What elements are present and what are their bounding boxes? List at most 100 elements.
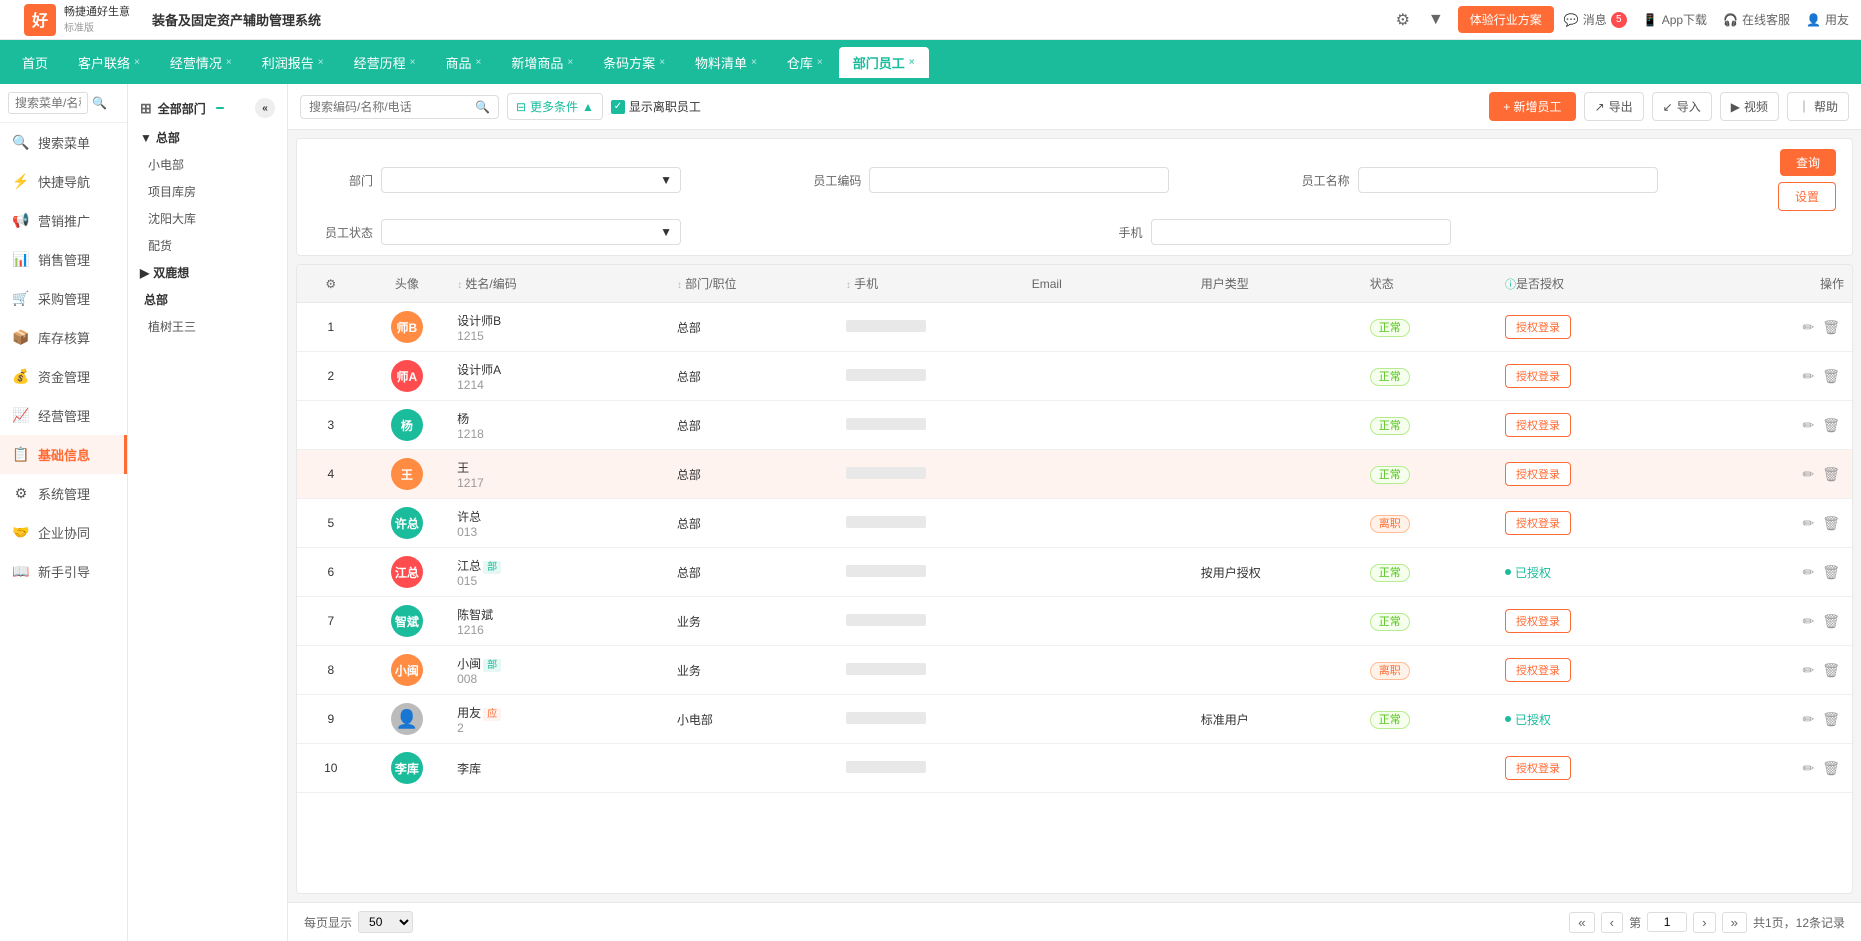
sidebar-item-inventory[interactable]: 📦 库存核算	[0, 318, 127, 357]
message-link[interactable]: 💬 消息 5	[1564, 11, 1627, 28]
close-icon[interactable]: ×	[909, 57, 915, 68]
user-avatar[interactable]: 👤 用友	[1806, 11, 1849, 28]
emp-status-select[interactable]: ▼	[381, 219, 681, 245]
sidebar-item-marketing[interactable]: 📢 营销推广	[0, 201, 127, 240]
edit-button[interactable]: ✏	[1798, 415, 1818, 436]
last-page-btn[interactable]: »	[1722, 912, 1747, 933]
delete-button[interactable]: 🗑	[1818, 415, 1844, 436]
delete-button[interactable]: 🗑	[1818, 611, 1844, 632]
next-page-btn[interactable]: ›	[1693, 912, 1715, 933]
dept-collapse-btn[interactable]: «	[255, 98, 275, 118]
edit-button[interactable]: ✏	[1798, 513, 1818, 534]
tab-goods[interactable]: 商品 ×	[431, 47, 495, 78]
sidebar-item-mgmt[interactable]: 📈 经营管理	[0, 396, 127, 435]
dropdown-btn[interactable]: ▼	[1424, 11, 1448, 29]
import-button[interactable]: ↙ 导入	[1652, 92, 1712, 121]
close-icon[interactable]: ×	[318, 57, 324, 68]
th-settings[interactable]: ⚙	[297, 265, 365, 303]
dept-select[interactable]: ▼	[381, 167, 681, 193]
tab-add-goods[interactable]: 新增商品 ×	[497, 47, 587, 78]
tab-barcode[interactable]: 条码方案 ×	[589, 47, 679, 78]
sidebar-item-guide[interactable]: 📖 新手引导	[0, 552, 127, 591]
sidebar-item-sales[interactable]: 📊 销售管理	[0, 240, 127, 279]
view-button[interactable]: ▶ 视频	[1720, 92, 1779, 121]
dept-group-zongbu[interactable]: ▼总部	[128, 124, 287, 151]
emp-code-input[interactable]	[869, 167, 1169, 193]
trial-button[interactable]: 体验行业方案	[1458, 6, 1554, 33]
close-icon[interactable]: ×	[817, 57, 823, 68]
auth-login-button[interactable]: 授权登录	[1505, 462, 1571, 486]
auth-login-button[interactable]: 授权登录	[1505, 511, 1571, 535]
tab-bom[interactable]: 物料清单 ×	[681, 47, 771, 78]
edit-button[interactable]: ✏	[1798, 366, 1818, 387]
close-icon[interactable]: ×	[475, 57, 481, 68]
app-download-link[interactable]: 📱 App下载	[1643, 11, 1707, 28]
dept-group-zongbu2[interactable]: 总部	[128, 286, 287, 313]
tab-home[interactable]: 首页	[8, 47, 62, 78]
per-page-select[interactable]: 50 100	[358, 911, 413, 933]
edit-button[interactable]: ✏	[1798, 758, 1818, 779]
dept-item-zhishu[interactable]: 植树王三	[128, 313, 287, 340]
set-button[interactable]: 设置	[1778, 182, 1836, 211]
th-name[interactable]: ↕ 姓名/编码	[449, 265, 669, 303]
dept-item-xmkf[interactable]: 项目库房	[128, 178, 287, 205]
sidebar-item-finance[interactable]: 💰 资金管理	[0, 357, 127, 396]
sidebar-item-quicknav[interactable]: ⚡ 快捷导航	[0, 162, 127, 201]
tab-customer[interactable]: 客户联络 ×	[64, 47, 154, 78]
first-page-btn[interactable]: «	[1569, 912, 1594, 933]
emp-name-input[interactable]	[1358, 167, 1658, 193]
edit-button[interactable]: ✏	[1798, 464, 1818, 485]
edit-button[interactable]: ✏	[1798, 562, 1818, 583]
dept-group-shuanglu[interactable]: ▶双鹿想	[128, 259, 287, 286]
page-input[interactable]	[1647, 912, 1687, 932]
auth-login-button[interactable]: 授权登录	[1505, 315, 1571, 339]
edit-button[interactable]: ✏	[1798, 611, 1818, 632]
tab-warehouse[interactable]: 仓库 ×	[773, 47, 837, 78]
close-icon[interactable]: ×	[410, 57, 416, 68]
auth-login-button[interactable]: 授权登录	[1505, 609, 1571, 633]
sidebar-item-collab[interactable]: 🤝 企业协同	[0, 513, 127, 552]
prev-page-btn[interactable]: ‹	[1601, 912, 1623, 933]
auth-login-button[interactable]: 授权登录	[1505, 756, 1571, 780]
th-phone[interactable]: ↕ 手机	[838, 265, 1024, 303]
edit-button[interactable]: ✏	[1798, 660, 1818, 681]
delete-button[interactable]: 🗑	[1818, 758, 1844, 779]
tab-history[interactable]: 经营历程 ×	[340, 47, 430, 78]
add-employee-button[interactable]: + 新增员工	[1489, 92, 1575, 121]
auth-login-button[interactable]: 授权登录	[1505, 364, 1571, 388]
delete-button[interactable]: 🗑	[1818, 513, 1844, 534]
show-resigned-toggle[interactable]: ✓ 显示离职员工	[611, 98, 701, 115]
sidebar-item-basic[interactable]: 📋 基础信息	[0, 435, 127, 474]
auth-login-button[interactable]: 授权登录	[1505, 413, 1571, 437]
query-button[interactable]: 查询	[1780, 149, 1836, 176]
phone-input[interactable]	[1151, 219, 1451, 245]
tab-operation[interactable]: 经营情况 ×	[156, 47, 246, 78]
close-icon[interactable]: ×	[567, 57, 573, 68]
close-icon[interactable]: ×	[751, 57, 757, 68]
gear-button[interactable]: ⚙	[1392, 10, 1414, 30]
delete-button[interactable]: 🗑	[1818, 366, 1844, 387]
th-dept[interactable]: ↕ 部门/职位	[669, 265, 838, 303]
sidebar-item-system[interactable]: ⚙ 系统管理	[0, 474, 127, 513]
help-button[interactable]: ｜ 帮助	[1787, 92, 1849, 121]
auth-login-button[interactable]: 授权登录	[1505, 658, 1571, 682]
delete-button[interactable]: 🗑	[1818, 317, 1844, 338]
sidebar-item-search[interactable]: 🔍 搜索菜单	[0, 123, 127, 162]
dept-item-shenyang[interactable]: 沈阳大库	[128, 205, 287, 232]
dept-item-xiaodian[interactable]: 小电部	[128, 151, 287, 178]
close-icon[interactable]: ×	[134, 57, 140, 68]
dept-item-peihuo[interactable]: 配货	[128, 232, 287, 259]
edit-button[interactable]: ✏	[1798, 709, 1818, 730]
export-button[interactable]: ↗ 导出	[1584, 92, 1644, 121]
tab-profit[interactable]: 利润报告 ×	[248, 47, 338, 78]
sidebar-search-input[interactable]	[8, 92, 88, 114]
delete-button[interactable]: 🗑	[1818, 464, 1844, 485]
search-input[interactable]	[309, 100, 469, 114]
sidebar-item-purchase[interactable]: 🛒 采购管理	[0, 279, 127, 318]
delete-button[interactable]: 🗑	[1818, 709, 1844, 730]
close-icon[interactable]: ×	[226, 57, 232, 68]
online-service-link[interactable]: 🎧 在线客服	[1723, 11, 1790, 28]
delete-button[interactable]: 🗑	[1818, 562, 1844, 583]
delete-button[interactable]: 🗑	[1818, 660, 1844, 681]
tab-dept-staff[interactable]: 部门员工 ×	[839, 47, 929, 78]
